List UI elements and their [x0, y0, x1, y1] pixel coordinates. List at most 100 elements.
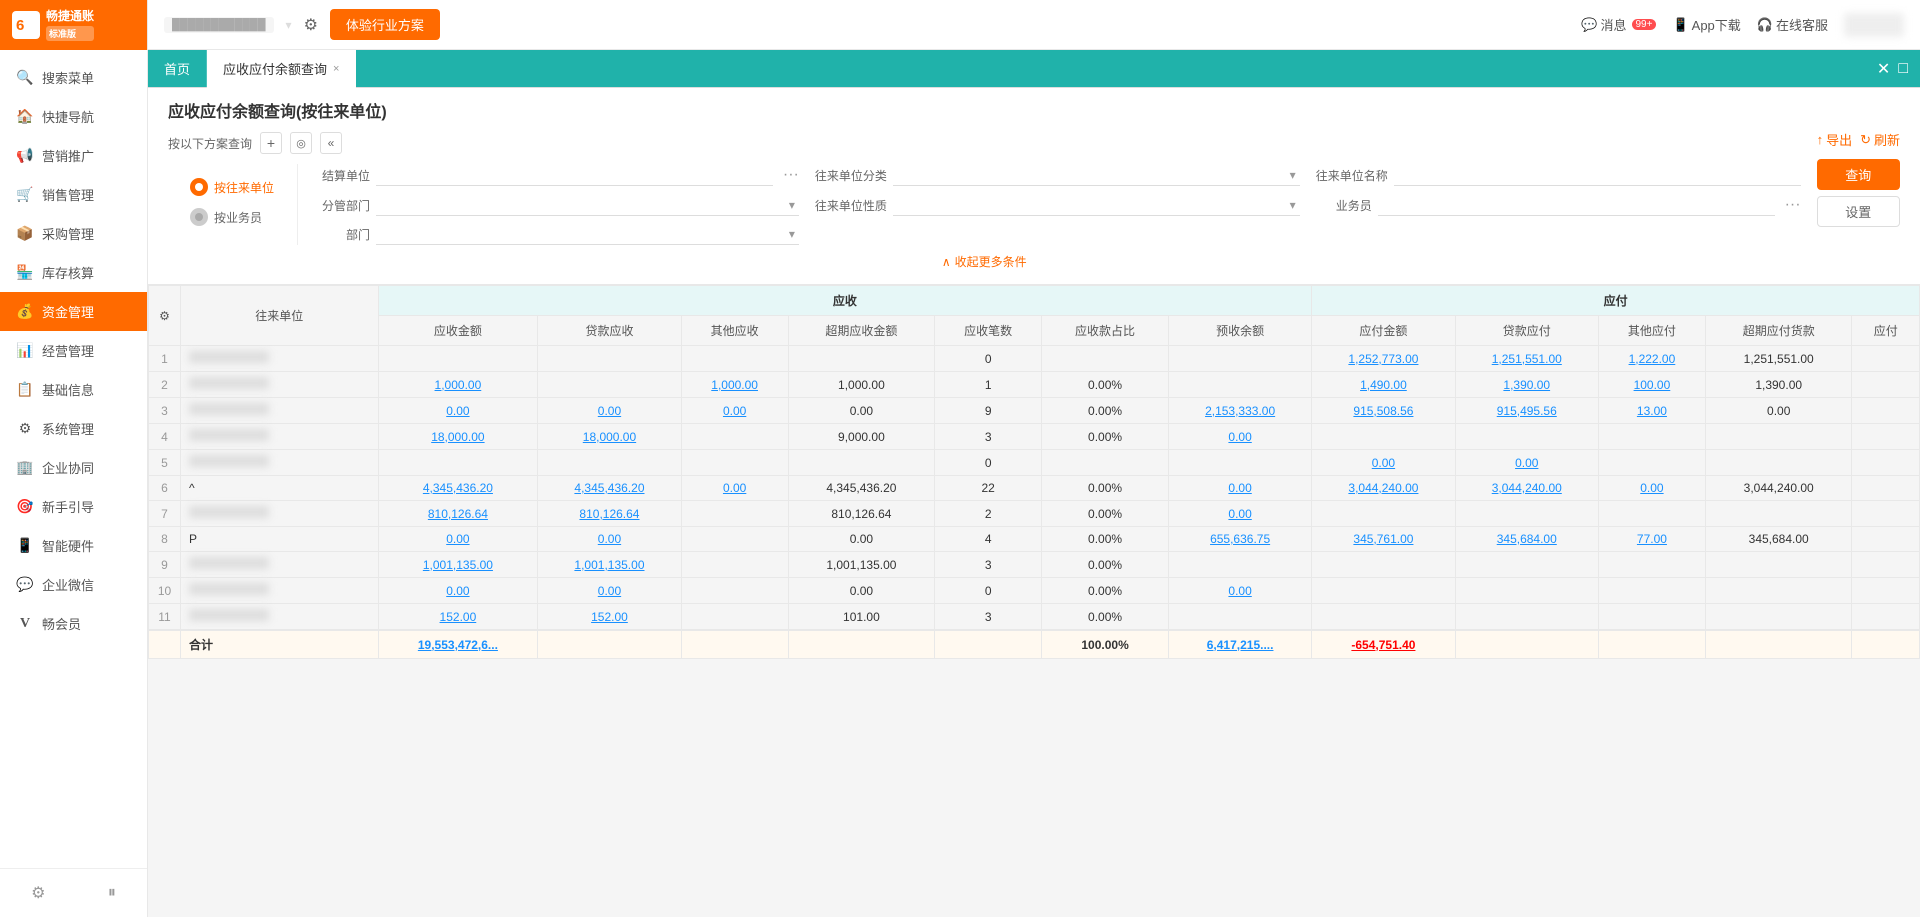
row-p-amount[interactable]: 0.00: [1312, 450, 1455, 476]
refresh-btn[interactable]: ↻ 刷新: [1860, 130, 1900, 149]
row-p-loan[interactable]: 1,251,551.00: [1455, 346, 1598, 372]
row-r-amount[interactable]: 152.00: [378, 604, 538, 631]
row-p-loan[interactable]: 915,495.56: [1455, 398, 1598, 424]
row-p-amount[interactable]: 345,761.00: [1312, 527, 1455, 552]
row-r-amount[interactable]: 1,000.00: [378, 372, 538, 398]
managing-dept-select[interactable]: ▾: [376, 195, 799, 216]
table-scroll-container[interactable]: ⚙ 往来单位 应收 应付 应收金额 贷款应收 其他应收 超期应收金额 应收笔数: [148, 285, 1920, 917]
row-r-loan[interactable]: 0.00: [538, 578, 681, 604]
sidebar-item-inventory[interactable]: 🏪 库存核算: [0, 253, 147, 292]
row-r-other[interactable]: 1,000.00: [681, 372, 788, 398]
row-r-loan[interactable]: 4,345,436.20: [538, 476, 681, 501]
topbar-gear-icon[interactable]: ⚙: [304, 15, 318, 35]
footer-r-advance[interactable]: 6,417,215....: [1168, 630, 1311, 659]
row-p-amount[interactable]: 3,044,240.00: [1312, 476, 1455, 501]
row-p-loan[interactable]: 3,044,240.00: [1455, 476, 1598, 501]
row-p-other[interactable]: 1,222.00: [1598, 346, 1705, 372]
row-r-loan[interactable]: 18,000.00: [538, 424, 681, 450]
row-r-amount[interactable]: 0.00: [378, 578, 538, 604]
row-r-advance[interactable]: 0.00: [1168, 501, 1311, 527]
filter-collapse-left-btn[interactable]: «: [320, 132, 342, 154]
row-p-extra: [1852, 398, 1920, 424]
setting-btn[interactable]: 设置: [1817, 196, 1900, 227]
sidebar-item-member[interactable]: V 畅会员: [0, 604, 147, 643]
table-settings-icon[interactable]: ⚙: [159, 309, 170, 323]
message-item[interactable]: 💬 消息 99+: [1581, 15, 1656, 34]
row-r-amount[interactable]: 4,345,436.20: [378, 476, 538, 501]
filter-collapse-btn[interactable]: ∧ 收起更多条件: [168, 249, 1801, 274]
row-r-other[interactable]: 0.00: [681, 398, 788, 424]
side-item-by-person[interactable]: 按业务员: [178, 202, 297, 232]
query-btn[interactable]: 查询: [1817, 159, 1900, 190]
tab-home[interactable]: 首页: [148, 50, 207, 88]
sidebar-item-enterprise[interactable]: 🏢 企业协同: [0, 448, 147, 487]
window-maximize-icon[interactable]: □: [1898, 60, 1908, 78]
dept-select[interactable]: ▾: [376, 224, 799, 245]
row-r-advance[interactable]: 655,636.75: [1168, 527, 1311, 552]
download-item[interactable]: 📱 App下载: [1672, 15, 1740, 34]
service-item[interactable]: 🎧 在线客服: [1757, 15, 1828, 34]
sidebar-item-search[interactable]: 🔍 搜索菜单: [0, 58, 147, 97]
topbar-dropdown-arrow[interactable]: ▾: [286, 18, 292, 32]
row-p-other[interactable]: 100.00: [1598, 372, 1705, 398]
tab-close-icon[interactable]: ×: [333, 63, 339, 75]
settlement-input[interactable]: [376, 164, 773, 186]
row-r-other[interactable]: 0.00: [681, 476, 788, 501]
category-select[interactable]: ▾: [893, 165, 1300, 186]
row-r-amount[interactable]: 0.00: [378, 527, 538, 552]
row-p-amount[interactable]: 915,508.56: [1312, 398, 1455, 424]
sidebar-item-wechat[interactable]: 💬 企业微信: [0, 565, 147, 604]
salesperson-dots[interactable]: ···: [1785, 196, 1801, 214]
sidebar-item-hardware[interactable]: 📱 智能硬件: [0, 526, 147, 565]
window-close-icon[interactable]: ✕: [1877, 59, 1890, 79]
page-title: 应收应付余额查询(按往来单位): [168, 98, 387, 122]
sidebar-item-system[interactable]: ⚙ 系统管理: [0, 409, 147, 448]
row-r-amount[interactable]: 18,000.00: [378, 424, 538, 450]
filter-target-btn[interactable]: ◎: [290, 132, 312, 154]
solution-btn[interactable]: 体验行业方案: [330, 9, 440, 40]
sidebar-item-basic-info[interactable]: 📋 基础信息: [0, 370, 147, 409]
tab-receivable[interactable]: 应收应付余额查询 ×: [207, 50, 356, 88]
row-r-loan[interactable]: 152.00: [538, 604, 681, 631]
row-p-amount[interactable]: 1,252,773.00: [1312, 346, 1455, 372]
row-p-other[interactable]: 0.00: [1598, 476, 1705, 501]
sidebar-item-marketing[interactable]: 📢 营销推广: [0, 136, 147, 175]
row-r-loan[interactable]: 0.00: [538, 527, 681, 552]
export-btn[interactable]: ↑ 导出: [1817, 130, 1853, 149]
settlement-dots[interactable]: ···: [783, 166, 799, 184]
row-p-loan[interactable]: 0.00: [1455, 450, 1598, 476]
row-r-advance[interactable]: 0.00: [1168, 476, 1311, 501]
row-p-loan[interactable]: 345,684.00: [1455, 527, 1598, 552]
th-settings[interactable]: ⚙: [149, 286, 181, 346]
sidebar-collapse-btn[interactable]: ⏸: [100, 880, 124, 906]
row-r-loan[interactable]: 0.00: [538, 398, 681, 424]
row-r-amount[interactable]: 0.00: [378, 398, 538, 424]
row-p-loan[interactable]: 1,390.00: [1455, 372, 1598, 398]
row-p-amount[interactable]: 1,490.00: [1312, 372, 1455, 398]
footer-p-amount[interactable]: -654,751.40: [1312, 630, 1455, 659]
sidebar-item-operations[interactable]: 📊 经营管理: [0, 331, 147, 370]
footer-r-amount[interactable]: 19,553,472,6...: [378, 630, 538, 659]
row-r-loan[interactable]: 810,126.64: [538, 501, 681, 527]
sidebar-settings-btn[interactable]: ⚙: [23, 879, 53, 907]
row-p-amount: [1312, 604, 1455, 631]
row-r-loan[interactable]: 1,001,135.00: [538, 552, 681, 578]
nature-select[interactable]: ▾: [893, 195, 1300, 216]
row-r-advance[interactable]: 2,153,333.00: [1168, 398, 1311, 424]
user-avatar[interactable]: [1844, 13, 1904, 37]
row-r-amount[interactable]: 1,001,135.00: [378, 552, 538, 578]
row-r-advance[interactable]: 0.00: [1168, 424, 1311, 450]
row-p-other[interactable]: 77.00: [1598, 527, 1705, 552]
sidebar-item-finance[interactable]: 💰 资金管理: [0, 292, 147, 331]
row-r-advance[interactable]: 0.00: [1168, 578, 1311, 604]
name-input[interactable]: [1394, 164, 1801, 186]
row-p-other[interactable]: 13.00: [1598, 398, 1705, 424]
filter-add-btn[interactable]: +: [260, 132, 282, 154]
sidebar-item-quick-nav[interactable]: 🏠 快捷导航: [0, 97, 147, 136]
sidebar-item-guide[interactable]: 🎯 新手引导: [0, 487, 147, 526]
sidebar-item-purchase[interactable]: 📦 采购管理: [0, 214, 147, 253]
sidebar-item-sales[interactable]: 🛒 销售管理: [0, 175, 147, 214]
row-r-amount[interactable]: 810,126.64: [378, 501, 538, 527]
salesperson-input[interactable]: [1378, 194, 1775, 216]
side-item-by-unit[interactable]: 按往来单位: [178, 172, 297, 202]
